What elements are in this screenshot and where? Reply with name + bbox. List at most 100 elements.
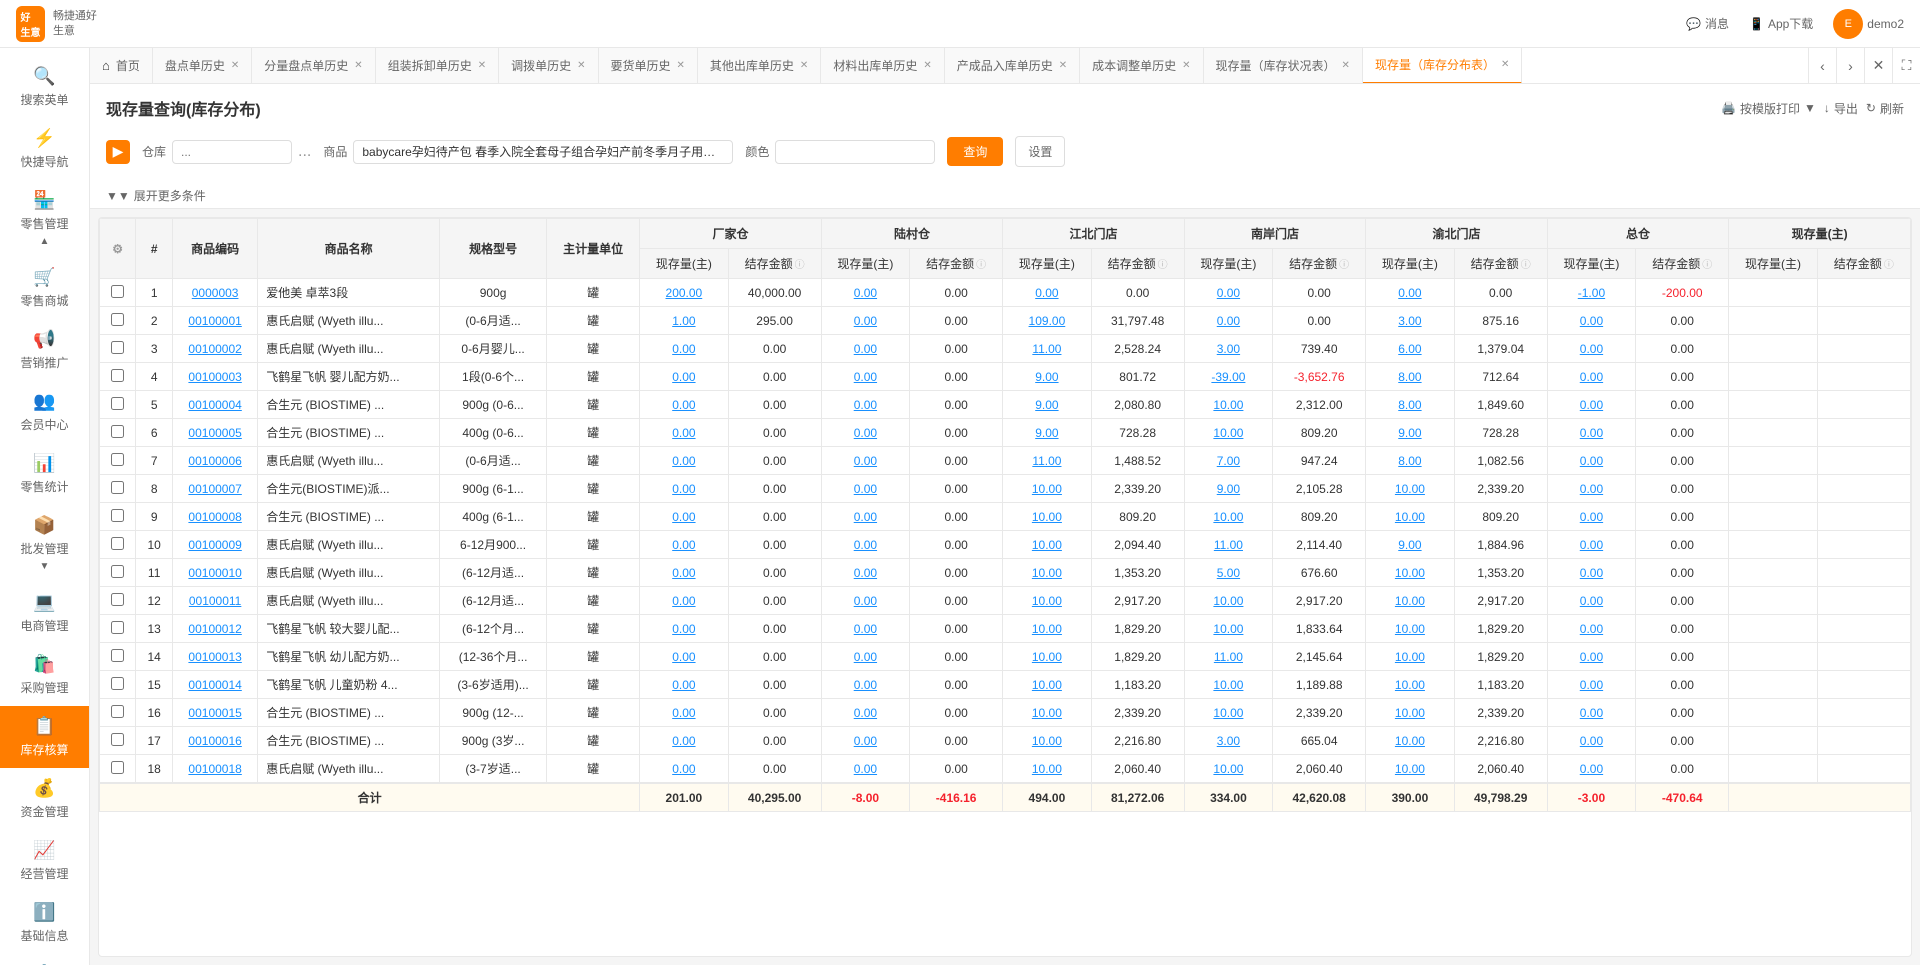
- tab-prev-btn[interactable]: ‹: [1808, 48, 1836, 84]
- row-changjia-qty[interactable]: 1.00: [640, 307, 728, 335]
- sidebar-item-base[interactable]: ℹ️ 基础信息: [0, 892, 89, 954]
- row-yubei-qty[interactable]: 10.00: [1366, 503, 1454, 531]
- row-code[interactable]: 00100004: [173, 391, 258, 419]
- row-code[interactable]: 00100005: [173, 419, 258, 447]
- tab-sub-inventory-count[interactable]: 分量盘点单历史 ✕: [252, 48, 375, 84]
- row-nanan-qty[interactable]: 10.00: [1184, 391, 1272, 419]
- sidebar-item-inventory[interactable]: 📋 库存核算: [0, 706, 89, 768]
- row-lucun-qty[interactable]: 0.00: [821, 699, 909, 727]
- row-jiangbei-qty[interactable]: 11.00: [1003, 335, 1091, 363]
- row-jiangbei-qty[interactable]: 10.00: [1003, 531, 1091, 559]
- filter-expand-btn[interactable]: ▶: [106, 140, 130, 164]
- export-btn[interactable]: ↓ 导出: [1824, 100, 1858, 117]
- row-jiangbei-qty[interactable]: 10.00: [1003, 559, 1091, 587]
- sidebar-item-wholesale[interactable]: 📦 批发管理 ▼: [0, 505, 89, 582]
- row-lucun-qty[interactable]: 0.00: [821, 475, 909, 503]
- row-code[interactable]: 00100003: [173, 363, 258, 391]
- row-yubei-qty[interactable]: 6.00: [1366, 335, 1454, 363]
- refresh-btn[interactable]: ↻ 刷新: [1866, 100, 1904, 117]
- row-jiangbei-qty[interactable]: 10.00: [1003, 475, 1091, 503]
- row-jiangbei-qty[interactable]: 9.00: [1003, 391, 1091, 419]
- row-nanan-qty[interactable]: 3.00: [1184, 335, 1272, 363]
- row-code[interactable]: 00100016: [173, 727, 258, 755]
- sidebar-item-member[interactable]: 👥 会员中心: [0, 381, 89, 443]
- row-jiangbei-qty[interactable]: 0.00: [1003, 279, 1091, 307]
- row-changjia-qty[interactable]: 0.00: [640, 699, 728, 727]
- row-zongcang-qty[interactable]: 0.00: [1547, 503, 1635, 531]
- tab-stock-dist[interactable]: 现存量（库存分布表） ✕: [1363, 48, 1522, 84]
- row-checkbox[interactable]: [100, 755, 136, 784]
- row-jiangbei-qty[interactable]: 10.00: [1003, 615, 1091, 643]
- row-nanan-qty[interactable]: 10.00: [1184, 671, 1272, 699]
- sidebar-item-finance[interactable]: 💰 资金管理: [0, 768, 89, 830]
- row-zongcang-qty[interactable]: 0.00: [1547, 447, 1635, 475]
- row-zongcang-qty[interactable]: 0.00: [1547, 587, 1635, 615]
- row-nanan-qty[interactable]: 5.00: [1184, 559, 1272, 587]
- tab-close-material[interactable]: ✕: [923, 60, 931, 71]
- row-lucun-qty[interactable]: 0.00: [821, 671, 909, 699]
- tab-close-all-btn[interactable]: ✕: [1864, 48, 1892, 84]
- tab-close-cost[interactable]: ✕: [1182, 60, 1190, 71]
- row-zongcang-qty[interactable]: 0.00: [1547, 531, 1635, 559]
- row-changjia-qty[interactable]: 0.00: [640, 755, 728, 784]
- tab-product-in[interactable]: 产成品入库单历史 ✕: [945, 48, 1080, 84]
- row-yubei-qty[interactable]: 9.00: [1366, 531, 1454, 559]
- row-zongcang-qty[interactable]: 0.00: [1547, 755, 1635, 784]
- row-changjia-qty[interactable]: 0.00: [640, 391, 728, 419]
- row-lucun-qty[interactable]: 0.00: [821, 643, 909, 671]
- row-jiangbei-qty[interactable]: 109.00: [1003, 307, 1091, 335]
- row-nanan-qty[interactable]: 7.00: [1184, 447, 1272, 475]
- row-zongcang-qty[interactable]: -1.00: [1547, 279, 1635, 307]
- row-yubei-qty[interactable]: 9.00: [1366, 419, 1454, 447]
- row-changjia-qty[interactable]: 200.00: [640, 279, 728, 307]
- row-code[interactable]: 00100007: [173, 475, 258, 503]
- row-zongcang-qty[interactable]: 0.00: [1547, 727, 1635, 755]
- row-checkbox[interactable]: [100, 363, 136, 391]
- sidebar-item-ops[interactable]: 📈 经营管理: [0, 830, 89, 892]
- sidebar-item-ecommerce[interactable]: 💻 电商管理: [0, 582, 89, 644]
- message-btn[interactable]: 💬 消息: [1686, 15, 1729, 32]
- sidebar-item-nav[interactable]: ⚡ 快捷导航: [0, 118, 89, 180]
- row-checkbox[interactable]: [100, 307, 136, 335]
- row-lucun-qty[interactable]: 0.00: [821, 559, 909, 587]
- row-checkbox[interactable]: [100, 671, 136, 699]
- row-checkbox[interactable]: [100, 727, 136, 755]
- row-changjia-qty[interactable]: 0.00: [640, 335, 728, 363]
- tab-home[interactable]: ⌂ 首页: [90, 48, 153, 84]
- row-nanan-qty[interactable]: 11.00: [1184, 531, 1272, 559]
- th-gear[interactable]: ⚙: [100, 219, 136, 279]
- row-nanan-qty[interactable]: 0.00: [1184, 307, 1272, 335]
- row-checkbox[interactable]: [100, 279, 136, 307]
- tab-close-stock-status[interactable]: ✕: [1342, 60, 1350, 71]
- row-checkbox[interactable]: [100, 419, 136, 447]
- row-changjia-qty[interactable]: 0.00: [640, 531, 728, 559]
- row-jiangbei-qty[interactable]: 9.00: [1003, 363, 1091, 391]
- row-jiangbei-qty[interactable]: 10.00: [1003, 671, 1091, 699]
- row-checkbox[interactable]: [100, 391, 136, 419]
- row-nanan-qty[interactable]: 10.00: [1184, 419, 1272, 447]
- row-lucun-qty[interactable]: 0.00: [821, 447, 909, 475]
- row-yubei-qty[interactable]: 3.00: [1366, 307, 1454, 335]
- tab-inventory-count[interactable]: 盘点单历史 ✕: [153, 48, 252, 84]
- row-yubei-qty[interactable]: 8.00: [1366, 391, 1454, 419]
- row-changjia-qty[interactable]: 0.00: [640, 643, 728, 671]
- row-code[interactable]: 00100008: [173, 503, 258, 531]
- row-yubei-qty[interactable]: 10.00: [1366, 671, 1454, 699]
- tab-stock-status[interactable]: 现存量（库存状况表） ✕: [1204, 48, 1363, 84]
- row-lucun-qty[interactable]: 0.00: [821, 615, 909, 643]
- row-code[interactable]: 00100018: [173, 755, 258, 784]
- row-yubei-qty[interactable]: 10.00: [1366, 727, 1454, 755]
- row-yubei-qty[interactable]: 0.00: [1366, 279, 1454, 307]
- row-yubei-qty[interactable]: 10.00: [1366, 643, 1454, 671]
- row-yubei-qty[interactable]: 10.00: [1366, 755, 1454, 784]
- row-lucun-qty[interactable]: 0.00: [821, 363, 909, 391]
- color-input[interactable]: [775, 140, 935, 164]
- row-changjia-qty[interactable]: 0.00: [640, 727, 728, 755]
- tab-transfer[interactable]: 调拨单历史 ✕: [499, 48, 598, 84]
- print-btn[interactable]: 🖨️ 按模版打印 ▼: [1721, 100, 1816, 117]
- row-nanan-qty[interactable]: 10.00: [1184, 587, 1272, 615]
- tab-requisition[interactable]: 要货单历史 ✕: [599, 48, 698, 84]
- setting-btn[interactable]: 设置: [1015, 136, 1065, 167]
- row-zongcang-qty[interactable]: 0.00: [1547, 307, 1635, 335]
- row-checkbox[interactable]: [100, 615, 136, 643]
